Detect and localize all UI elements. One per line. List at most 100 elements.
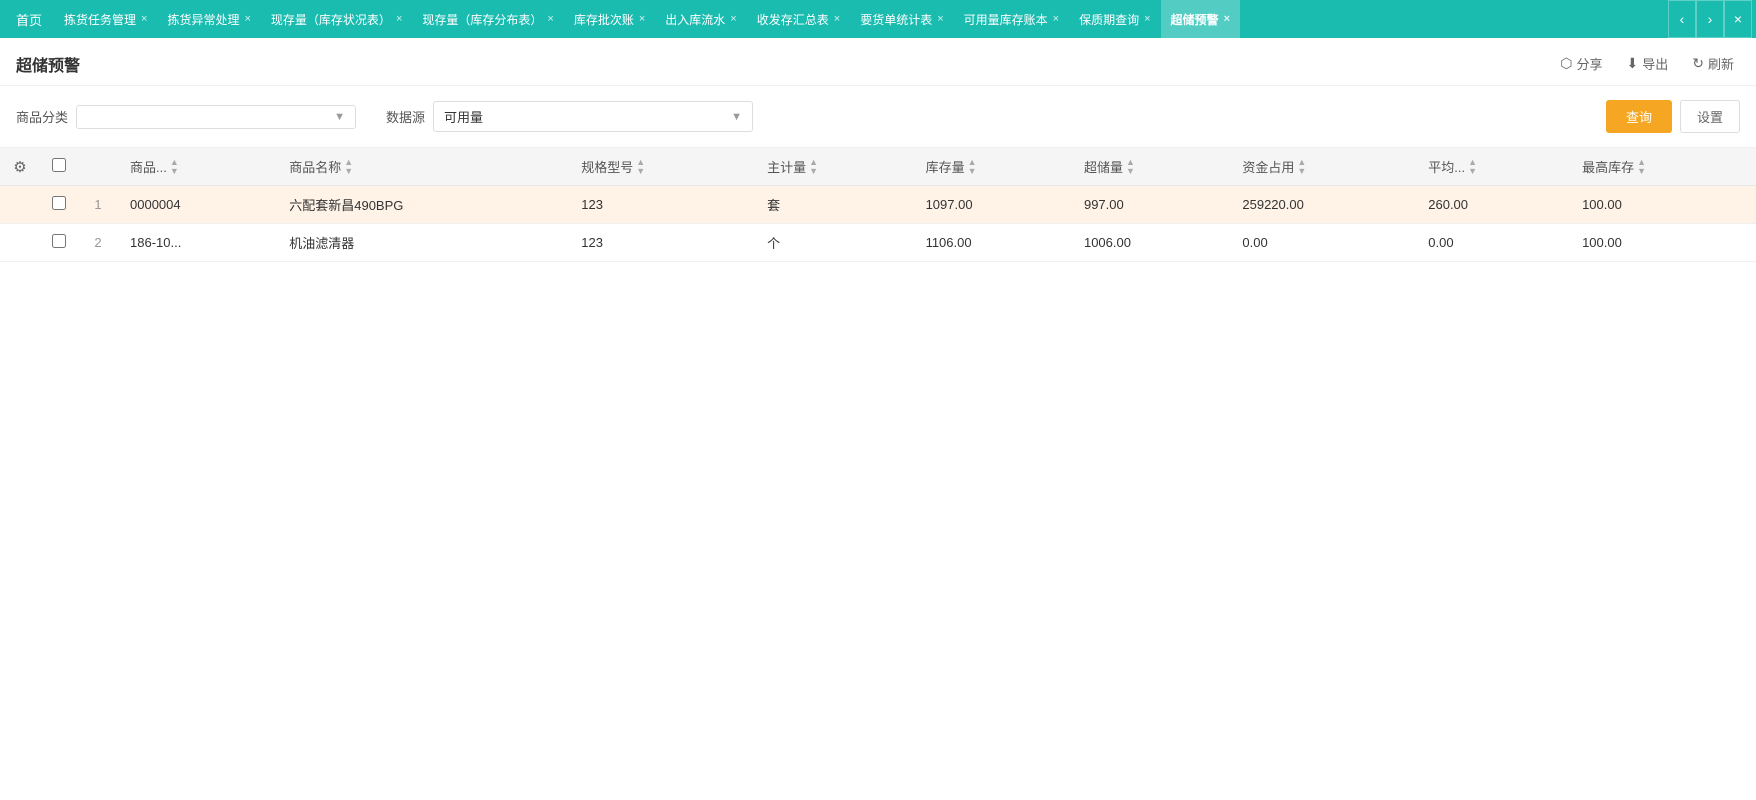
th-capital-occupy[interactable]: 资金占用 ▲▼ [1230, 148, 1416, 186]
th-max-stock-label: 最高库存 [1582, 157, 1634, 176]
row-max-stock-1: 100.00 [1570, 224, 1756, 262]
row-checkbox-cell-1 [40, 224, 78, 262]
th-unit[interactable]: 主计量 ▲▼ [755, 148, 913, 186]
sort-icon-unit: ▲▼ [809, 158, 818, 176]
data-source-value: 可用量 [444, 107, 483, 126]
th-spec[interactable]: 规格型号 ▲▼ [569, 148, 755, 186]
gear-icon[interactable]: ⚙ [13, 158, 26, 176]
row-checkbox-1[interactable] [52, 234, 66, 248]
data-source-label: 数据源 [386, 107, 425, 126]
nav-tab-6-close[interactable]: × [730, 13, 736, 25]
share-button[interactable]: ⬡ 分享 [1554, 50, 1608, 77]
sort-icon-over-stock: ▲▼ [1126, 158, 1135, 176]
chevron-down-icon-2: ▼ [731, 111, 742, 123]
nav-tab-1[interactable]: 拣货任务管理 × [54, 0, 157, 38]
nav-tab-11[interactable]: 超储预警 × [1161, 0, 1240, 38]
row-stock-1: 1106.00 [914, 224, 1072, 262]
sort-icon-max-stock: ▲▼ [1637, 158, 1646, 176]
th-product-name[interactable]: 商品名称 ▲▼ [277, 148, 569, 186]
header-actions: ⬡ 分享 ⬇ 导出 ↻ 刷新 [1554, 50, 1740, 77]
nav-tab-3[interactable]: 现存量（库存状况表） × [261, 0, 412, 38]
refresh-label: 刷新 [1708, 54, 1734, 73]
export-label: 导出 [1642, 54, 1668, 73]
th-product-code[interactable]: 商品... ▲▼ [118, 148, 277, 186]
th-stock[interactable]: 库存量 ▲▼ [914, 148, 1072, 186]
row-unit-0: 套 [755, 186, 913, 224]
select-all-checkbox[interactable] [52, 158, 66, 172]
nav-tab-7-close[interactable]: × [834, 13, 840, 25]
nav-tab-9[interactable]: 可用量库存账本 × [954, 0, 1069, 38]
sort-icon-capital: ▲▼ [1297, 158, 1306, 176]
nav-tab-6[interactable]: 出入库流水 × [655, 0, 746, 38]
nav-arrow-right[interactable]: › [1696, 0, 1724, 38]
nav-tab-9-close[interactable]: × [1053, 13, 1059, 25]
query-button[interactable]: 查询 [1606, 100, 1672, 133]
nav-tab-11-close[interactable]: × [1224, 13, 1230, 25]
page-header: 超储预警 ⬡ 分享 ⬇ 导出 ↻ 刷新 [0, 38, 1756, 86]
table-row[interactable]: 2 186-10... 机油滤清器 123 个 1106.00 1006.00 … [0, 224, 1756, 262]
th-row-num [78, 148, 118, 186]
nav-tab-3-close[interactable]: × [396, 13, 402, 25]
row-spec-0: 123 [569, 186, 755, 224]
data-source-select[interactable]: 可用量 ▼ [433, 101, 753, 132]
row-avg-0: 260.00 [1416, 186, 1570, 224]
th-over-stock[interactable]: 超储量 ▲▼ [1072, 148, 1230, 186]
row-checkbox-cell-0 [40, 186, 78, 224]
row-gear-1 [0, 224, 40, 262]
th-stock-label: 库存量 [926, 157, 965, 176]
nav-tab-4-close[interactable]: × [547, 13, 553, 25]
share-label: 分享 [1576, 54, 1602, 73]
th-over-stock-label: 超储量 [1084, 157, 1123, 176]
sort-icon-avg: ▲▼ [1468, 158, 1477, 176]
row-stock-0: 1097.00 [914, 186, 1072, 224]
settings-button[interactable]: 设置 [1680, 100, 1740, 133]
row-gear-0 [0, 186, 40, 224]
nav-arrow-close[interactable]: × [1724, 0, 1752, 38]
nav-tab-2-close[interactable]: × [244, 13, 250, 25]
nav-tab-5-close[interactable]: × [639, 13, 645, 25]
table-row[interactable]: 1 0000004 六配套新昌490BPG 123 套 1097.00 997.… [0, 186, 1756, 224]
table-body: 1 0000004 六配套新昌490BPG 123 套 1097.00 997.… [0, 186, 1756, 262]
nav-tab-10-label: 保质期查询 [1079, 11, 1139, 28]
th-capital-occupy-label: 资金占用 [1242, 157, 1294, 176]
table-container: ⚙ 商品... ▲▼ 商品名称 [0, 148, 1756, 262]
filter-actions: 查询 设置 [1606, 100, 1740, 133]
filter-area: 商品分类 ▼ 数据源 可用量 ▼ 查询 设置 [0, 86, 1756, 148]
export-button[interactable]: ⬇ 导出 [1621, 50, 1675, 77]
th-spec-label: 规格型号 [581, 157, 633, 176]
th-product-code-label: 商品... [130, 157, 167, 176]
th-max-stock[interactable]: 最高库存 ▲▼ [1570, 148, 1756, 186]
data-table: ⚙ 商品... ▲▼ 商品名称 [0, 148, 1756, 262]
nav-tab-10-close[interactable]: × [1144, 13, 1150, 25]
row-over-stock-1: 1006.00 [1072, 224, 1230, 262]
nav-tab-4-label: 现存量（库存分布表） [422, 11, 542, 28]
nav-tab-2[interactable]: 拣货异常处理 × [157, 0, 260, 38]
nav-tab-6-label: 出入库流水 [665, 11, 725, 28]
nav-tab-9-label: 可用量库存账本 [964, 11, 1048, 28]
share-icon: ⬡ [1560, 55, 1572, 72]
row-product-name-1: 机油滤清器 [277, 224, 569, 262]
filter-data-source: 数据源 可用量 ▼ [386, 101, 753, 132]
th-avg[interactable]: 平均... ▲▼ [1416, 148, 1570, 186]
sort-icon-stock: ▲▼ [968, 158, 977, 176]
nav-tab-7[interactable]: 收发存汇总表 × [747, 0, 850, 38]
nav-tab-1-close[interactable]: × [141, 13, 147, 25]
row-product-code-1: 186-10... [118, 224, 277, 262]
row-num-0: 1 [78, 186, 118, 224]
row-unit-1: 个 [755, 224, 913, 262]
product-category-select[interactable]: ▼ [76, 105, 356, 129]
nav-tab-5[interactable]: 库存批次账 × [564, 0, 655, 38]
sort-icon-spec: ▲▼ [636, 158, 645, 176]
top-nav: 首页 拣货任务管理 × 拣货异常处理 × 现存量（库存状况表） × 现存量（库存… [0, 0, 1756, 38]
nav-arrow-left[interactable]: ‹ [1668, 0, 1696, 38]
refresh-button[interactable]: ↻ 刷新 [1686, 50, 1740, 77]
nav-tab-4[interactable]: 现存量（库存分布表） × [412, 0, 563, 38]
th-product-name-label: 商品名称 [289, 157, 341, 176]
nav-home[interactable]: 首页 [4, 0, 54, 38]
nav-arrows: ‹ › × [1668, 0, 1752, 38]
nav-tab-10[interactable]: 保质期查询 × [1069, 0, 1160, 38]
th-checkbox [40, 148, 78, 186]
nav-tab-8[interactable]: 要货单统计表 × [850, 0, 953, 38]
nav-tab-8-close[interactable]: × [937, 13, 943, 25]
row-checkbox-0[interactable] [52, 196, 66, 210]
